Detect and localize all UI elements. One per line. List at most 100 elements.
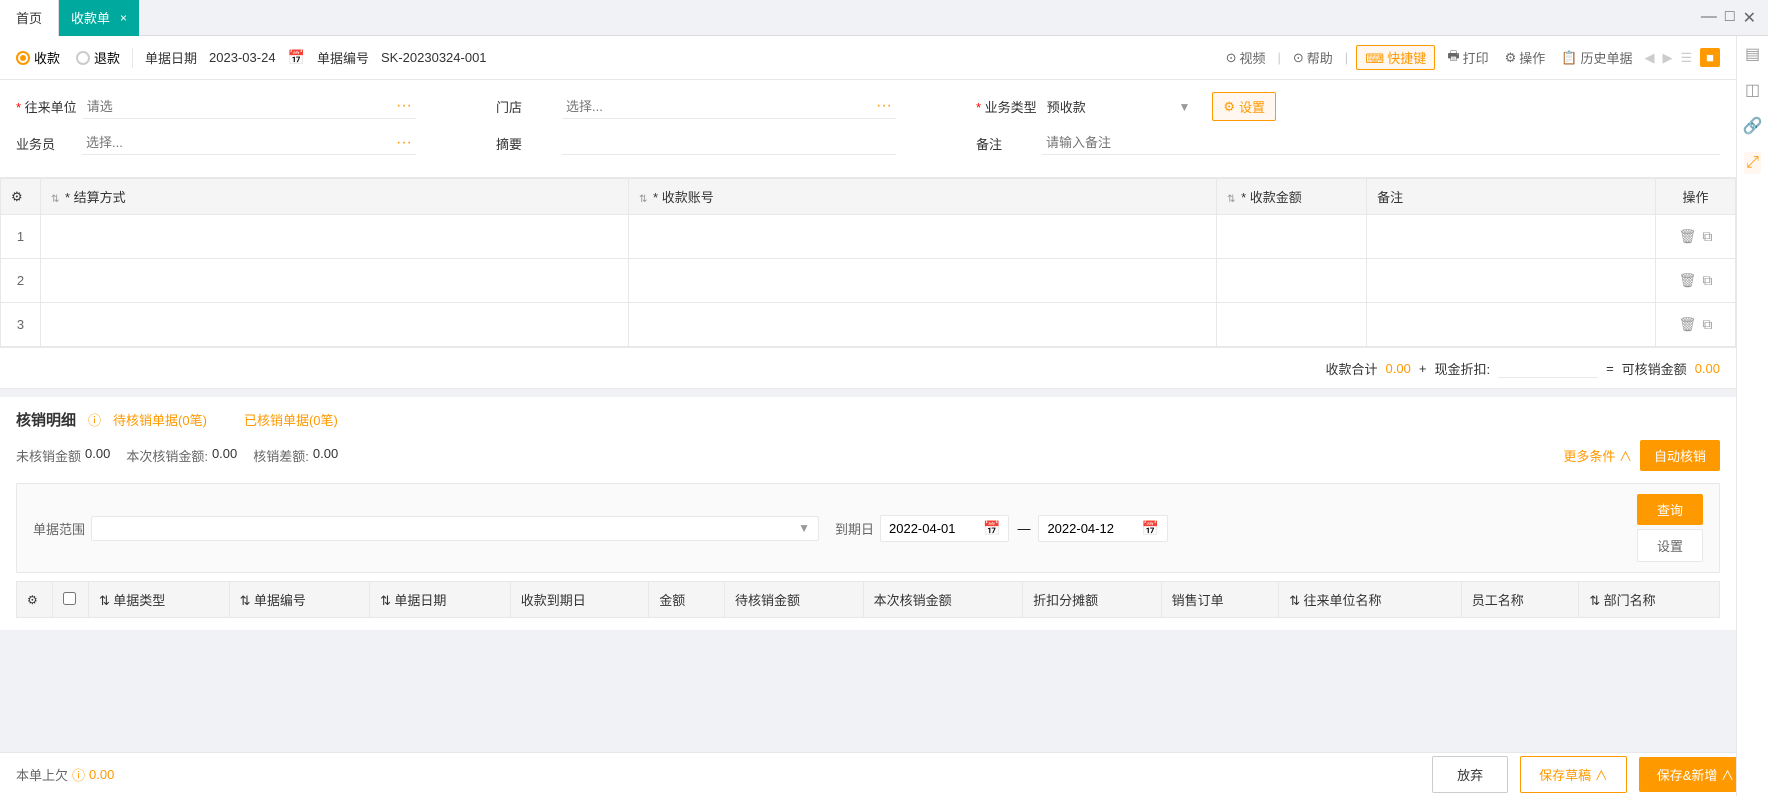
verify-info-icon[interactable]: ⓘ xyxy=(88,410,101,429)
row-2-num: 2 xyxy=(1,259,41,303)
auto-verify-btn[interactable]: 自动核销 xyxy=(1640,440,1720,471)
bottom-info-icon[interactable]: ⓘ xyxy=(72,765,85,784)
row-2-remark[interactable] xyxy=(1367,259,1656,303)
row-2-settlement[interactable] xyxy=(41,259,629,303)
row-1-settlement[interactable] xyxy=(41,215,629,259)
unchecked-label: 未核销金额 xyxy=(16,446,81,465)
sort-icon-dept: ⇅ xyxy=(1589,593,1600,608)
sort-icon-type: ⇅ xyxy=(99,593,110,608)
sidebar-icon-3[interactable]: 🔗 xyxy=(1743,116,1763,136)
shortcut-btn[interactable]: ⌨ 快捷键 xyxy=(1356,45,1435,70)
bottom-col-staff: 员工名称 xyxy=(1461,582,1579,618)
verify-title: 核销明细 xyxy=(16,409,76,430)
row-1-account[interactable] xyxy=(629,215,1217,259)
radio-refund-label: 退款 xyxy=(94,48,120,67)
print-btn[interactable]: 🖶 打印 xyxy=(1443,45,1492,71)
form-area: 往来单位 ··· 门店 ··· 业务类型 预收款 ▼ xyxy=(0,80,1736,178)
row-2-delete-icon[interactable]: 🗑 xyxy=(1679,272,1697,289)
remark-input[interactable] xyxy=(1042,131,1720,154)
bottom-col-type: ⇅ 单据类型 xyxy=(89,582,230,618)
date-label: 单据日期 xyxy=(145,48,197,67)
maximize-icon[interactable]: □ xyxy=(1725,8,1735,28)
end-date-input[interactable] xyxy=(1047,521,1137,536)
end-calendar-icon[interactable]: 📅 xyxy=(1141,520,1158,537)
range-chevron-icon[interactable]: ▼ xyxy=(798,521,810,535)
table-row: 1 🗑 ⧉ xyxy=(1,215,1736,259)
query-btn[interactable]: 查询 xyxy=(1637,494,1703,525)
row-3-amount[interactable] xyxy=(1217,303,1367,347)
start-date-input[interactable] xyxy=(889,521,979,536)
save-new-btn[interactable]: 保存&新增 ∧ xyxy=(1639,757,1752,792)
filter-settings-btn[interactable]: 设置 xyxy=(1637,529,1703,562)
operation-btn[interactable]: ⚙ 操作 xyxy=(1501,46,1550,69)
more-conditions-btn[interactable]: 更多条件 ∧ xyxy=(1563,446,1632,465)
col-remark-label: 备注 xyxy=(1377,190,1403,205)
minimize-icon[interactable]: — xyxy=(1701,8,1717,28)
discount-input[interactable] xyxy=(1498,358,1598,378)
row-1-remark[interactable] xyxy=(1367,215,1656,259)
operation-icon: ⚙ xyxy=(1505,50,1517,66)
sidebar-icon-4[interactable]: ⤢ xyxy=(1744,152,1761,174)
calendar-icon[interactable]: 📅 xyxy=(288,49,305,66)
col-settlement-header: ⇅ * 结算方式 xyxy=(41,179,629,215)
row-2-copy-icon[interactable]: ⧉ xyxy=(1702,272,1712,289)
row-3-delete-icon[interactable]: 🗑 xyxy=(1679,316,1697,333)
draft-btn[interactable]: 保存草稿 ∧ xyxy=(1520,756,1627,793)
history-btn[interactable]: 📋 历史单据 xyxy=(1557,46,1636,69)
row-2-amount[interactable] xyxy=(1217,259,1367,303)
current-stat: 本次核销金额: 0.00 xyxy=(126,446,237,465)
row-3-settlement[interactable] xyxy=(41,303,629,347)
radio-receipt[interactable]: 收款 xyxy=(16,48,60,67)
number-value: SK-20230324-001 xyxy=(381,50,487,65)
settings-button[interactable]: ⚙ 设置 xyxy=(1212,92,1276,121)
tab-home[interactable]: 首页 xyxy=(0,0,59,36)
sort-icon-date: ⇅ xyxy=(380,593,391,608)
staff-input[interactable] xyxy=(82,131,392,154)
row-1-delete-icon[interactable]: 🗑 xyxy=(1679,228,1697,245)
tab-receipt[interactable]: 收款单 × xyxy=(59,0,139,36)
row-3-account[interactable] xyxy=(629,303,1217,347)
row-1-copy-icon[interactable]: ⧉ xyxy=(1702,228,1712,245)
tab-close-icon[interactable]: × xyxy=(120,11,127,25)
summary-input[interactable] xyxy=(562,131,896,154)
radio-refund[interactable]: 退款 xyxy=(76,48,120,67)
color-btn[interactable]: ■ xyxy=(1700,48,1720,67)
radio-receipt-label: 收款 xyxy=(34,48,60,67)
start-calendar-icon[interactable]: 📅 xyxy=(983,520,1000,537)
pending-tab[interactable]: 待核销单据(0笔) xyxy=(113,410,207,429)
sort-icon-1: ⇅ xyxy=(51,194,59,205)
row-3-copy-icon[interactable]: ⧉ xyxy=(1702,316,1712,333)
done-tab[interactable]: 已核销单据(0笔) xyxy=(244,410,338,429)
range-input[interactable] xyxy=(100,521,798,536)
bottom-col-gear[interactable]: ⚙ xyxy=(17,582,53,618)
store-dots-btn[interactable]: ··· xyxy=(872,97,896,115)
col-operation-label: 操作 xyxy=(1682,190,1708,205)
col-settlement-label: * 结算方式 xyxy=(65,190,126,205)
partner-dots-btn[interactable]: ··· xyxy=(392,97,416,115)
store-input[interactable] xyxy=(562,95,872,118)
net-value: 0.00 xyxy=(1695,361,1720,376)
abandon-btn[interactable]: 放弃 xyxy=(1432,756,1508,793)
date-value: 2023-03-24 xyxy=(209,50,276,65)
row-2-account[interactable] xyxy=(629,259,1217,303)
start-date-wrapper: 📅 xyxy=(880,515,1009,542)
col-settings-header[interactable]: ⚙ xyxy=(1,179,41,215)
bottom-col-dept: ⇅ 部门名称 xyxy=(1579,582,1720,618)
biz-type-chevron[interactable]: ▼ xyxy=(1178,100,1190,114)
select-all-checkbox[interactable] xyxy=(63,592,76,605)
range-select-wrapper: ▼ xyxy=(91,516,819,541)
help-btn[interactable]: ⊙ 帮助 xyxy=(1289,46,1337,69)
divider-1 xyxy=(132,48,133,68)
staff-dots-btn[interactable]: ··· xyxy=(392,134,416,152)
row-1-amount[interactable] xyxy=(1217,215,1367,259)
bottom-col-checkbox[interactable] xyxy=(53,582,89,618)
sidebar-icon-2[interactable]: ◫ xyxy=(1745,80,1760,100)
diff-value: 0.00 xyxy=(313,446,338,465)
sidebar-icon-1[interactable]: ▤ xyxy=(1745,44,1760,64)
bottom-bar: 本单上欠 ⓘ 0.00 放弃 保存草稿 ∧ 保存&新增 ∧ xyxy=(0,752,1768,796)
partner-input[interactable] xyxy=(83,95,392,118)
close-icon[interactable]: ✕ xyxy=(1743,8,1756,28)
video-btn[interactable]: ⊙ 视频 xyxy=(1222,46,1270,69)
verify-actions-right: 更多条件 ∧ 自动核销 xyxy=(1563,440,1720,471)
row-3-remark[interactable] xyxy=(1367,303,1656,347)
